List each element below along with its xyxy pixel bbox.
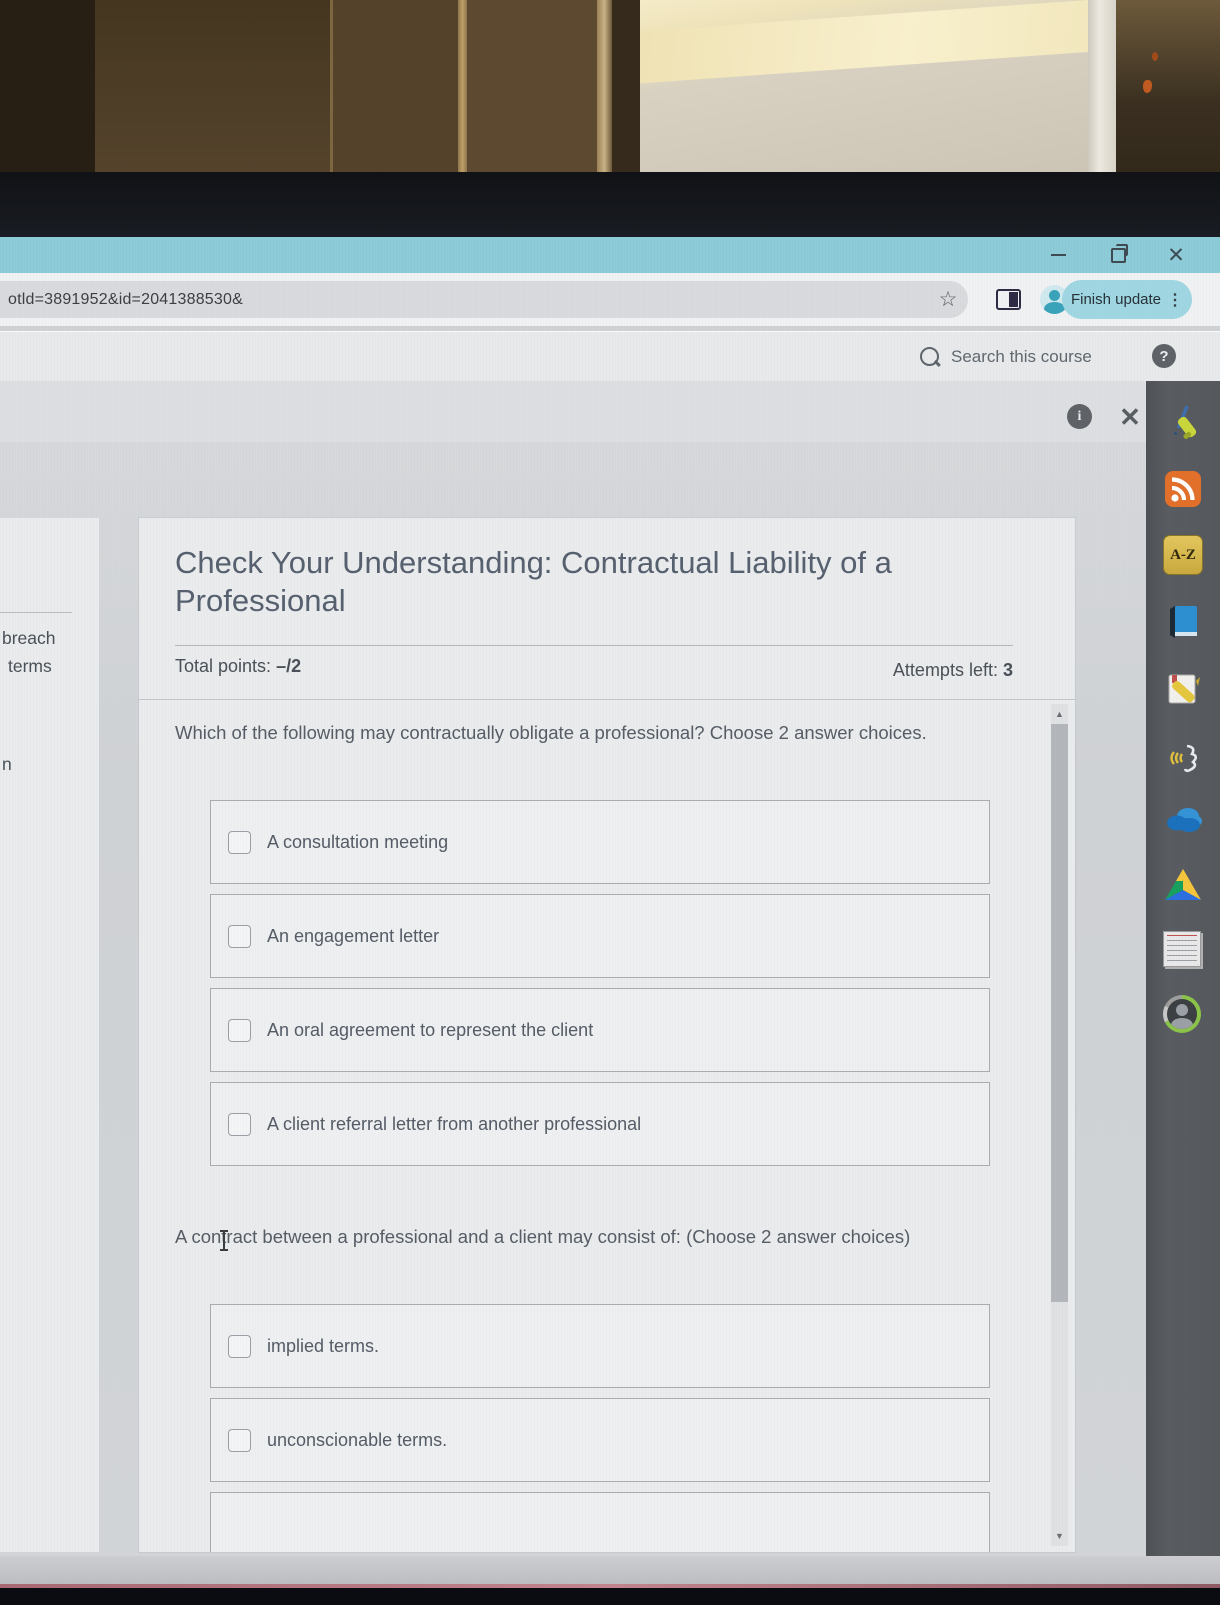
answer-option-label: A consultation meeting [267, 831, 449, 852]
kebab-menu-icon[interactable]: ⋮ [1167, 290, 1183, 310]
attempts-left-value: 3 [1002, 660, 1013, 680]
activity-header-band [0, 381, 1148, 442]
url-text[interactable]: otld=3891952&id=2041388530& [0, 291, 928, 309]
blue-book-icon[interactable] [1163, 601, 1203, 641]
checkbox[interactable] [228, 1334, 251, 1358]
answer-option-label: unconscionable terms. [267, 1429, 448, 1450]
divider [175, 645, 1013, 646]
attempts-left-label: Attempts left: [892, 660, 998, 680]
pen-highlighter-icon[interactable] [1163, 403, 1203, 443]
checkbox[interactable] [228, 1018, 251, 1042]
question-2-text: A contract between a professional and a … [175, 1226, 911, 1247]
activity-close-button[interactable]: ✕ [1115, 402, 1145, 432]
az-label: A-Z [1170, 546, 1196, 563]
question-1-text: Which of the following may contractually… [175, 722, 927, 743]
answer-option[interactable]: unconscionable terms. [210, 1398, 990, 1482]
search-icon [920, 347, 939, 366]
scrollbar-up-button[interactable]: ▲ [1051, 706, 1068, 722]
room-background [0, 0, 1220, 172]
az-dictionary-icon[interactable]: A-Z [1163, 535, 1203, 575]
note-edit-icon[interactable] [1163, 667, 1203, 707]
close-icon: ✕ [1167, 243, 1185, 267]
monitor-photo: ✕ otld=3891952&id=2041388530& ☆ Finish u… [0, 0, 1220, 1605]
nav-divider [0, 612, 72, 613]
room-wall-edge [458, 0, 467, 172]
search-label[interactable]: Search this course [951, 347, 1092, 367]
notepad-icon[interactable] [1163, 931, 1203, 971]
checkbox[interactable] [228, 1112, 251, 1136]
nav-item-fragment[interactable]: terms [8, 656, 52, 677]
avatar-head-icon [1049, 290, 1060, 301]
rss-feed-icon[interactable] [1163, 469, 1203, 509]
answer-option-partial[interactable] [210, 1492, 990, 1552]
checkbox[interactable] [228, 830, 251, 854]
monitor-bezel-top [0, 172, 1220, 237]
window-minimize-button[interactable] [1038, 240, 1078, 270]
course-search[interactable]: Search this course [920, 332, 1092, 381]
browser-titlebar [0, 237, 1220, 273]
room-wall-shadow [612, 0, 640, 172]
nav-item-fragment[interactable]: n [2, 754, 12, 775]
text-cursor [220, 1230, 228, 1251]
monitor-bezel-bottom [0, 1588, 1220, 1605]
quiz-meta-row: Total points: –/2 Attempts left: 3 [175, 656, 1013, 686]
answer-option-label: An oral agreement to represent the clien… [267, 1019, 594, 1040]
address-bar[interactable]: otld=3891952&id=2041388530& ☆ [0, 281, 968, 318]
answer-option[interactable]: An oral agreement to represent the clien… [210, 988, 990, 1072]
room-decor-speck [1152, 52, 1158, 61]
answer-option[interactable]: An engagement letter [210, 894, 990, 978]
room-wall-panel [95, 0, 330, 172]
checkbox[interactable] [228, 924, 251, 948]
course-nav-panel: breach terms n [0, 518, 99, 1552]
quiz-panel: Check Your Understanding: Contractual Li… [139, 518, 1075, 1552]
attempts-left: Attempts left: 3 [893, 660, 1013, 681]
answer-option-label: An engagement letter [267, 925, 440, 946]
help-icon: ? [1159, 347, 1169, 365]
nav-item-fragment[interactable]: breach [2, 628, 56, 649]
help-button[interactable]: ? [1152, 344, 1176, 368]
restore-icon [1110, 243, 1128, 263]
room-wall-edge [597, 0, 612, 172]
total-points: Total points: –/2 [175, 656, 301, 677]
checkbox[interactable] [228, 1428, 251, 1452]
scrollbar-down-button[interactable]: ▼ [1051, 1528, 1068, 1544]
account-circle-icon[interactable] [1163, 995, 1203, 1035]
window-close-button[interactable]: ✕ [1156, 240, 1196, 270]
info-icon: i [1077, 408, 1082, 424]
divider [139, 699, 1075, 700]
app-dock: A-Z [1146, 381, 1220, 1590]
room-wall-right [1116, 0, 1220, 172]
scrollbar-thumb[interactable] [1051, 724, 1068, 1302]
answer-option[interactable]: A consultation meeting [210, 800, 990, 884]
course-header-bar: Search this course [0, 331, 1220, 382]
bookmark-star-icon[interactable]: ☆ [928, 287, 968, 312]
answer-option[interactable]: A client referral letter from another pr… [210, 1082, 990, 1166]
text-to-speech-icon[interactable] [1163, 738, 1203, 778]
side-panel-icon[interactable] [996, 289, 1021, 310]
answer-option[interactable]: implied terms. [210, 1304, 990, 1388]
answer-option-label: implied terms. [267, 1335, 380, 1356]
room-pillar [1088, 0, 1116, 172]
room-wall-panel [467, 0, 597, 172]
minimize-icon [1050, 254, 1066, 256]
onedrive-icon[interactable] [1163, 799, 1203, 839]
finish-update-label: Finish update [1070, 291, 1162, 308]
total-points-value: –/2 [276, 656, 302, 676]
room-wall-panel [330, 0, 473, 172]
answer-option-label: A client referral letter from another pr… [267, 1113, 642, 1134]
close-icon: ✕ [1119, 401, 1141, 432]
finish-update-button[interactable]: Finish update ⋮ [1062, 280, 1192, 319]
total-points-label: Total points: [175, 656, 272, 676]
google-drive-icon[interactable] [1163, 865, 1203, 905]
info-button[interactable]: i [1067, 404, 1092, 429]
window-restore-button[interactable] [1098, 240, 1138, 270]
quiz-title: Check Your Understanding: Contractual Li… [175, 545, 892, 618]
monitor-bottom-edge [0, 1556, 1220, 1584]
